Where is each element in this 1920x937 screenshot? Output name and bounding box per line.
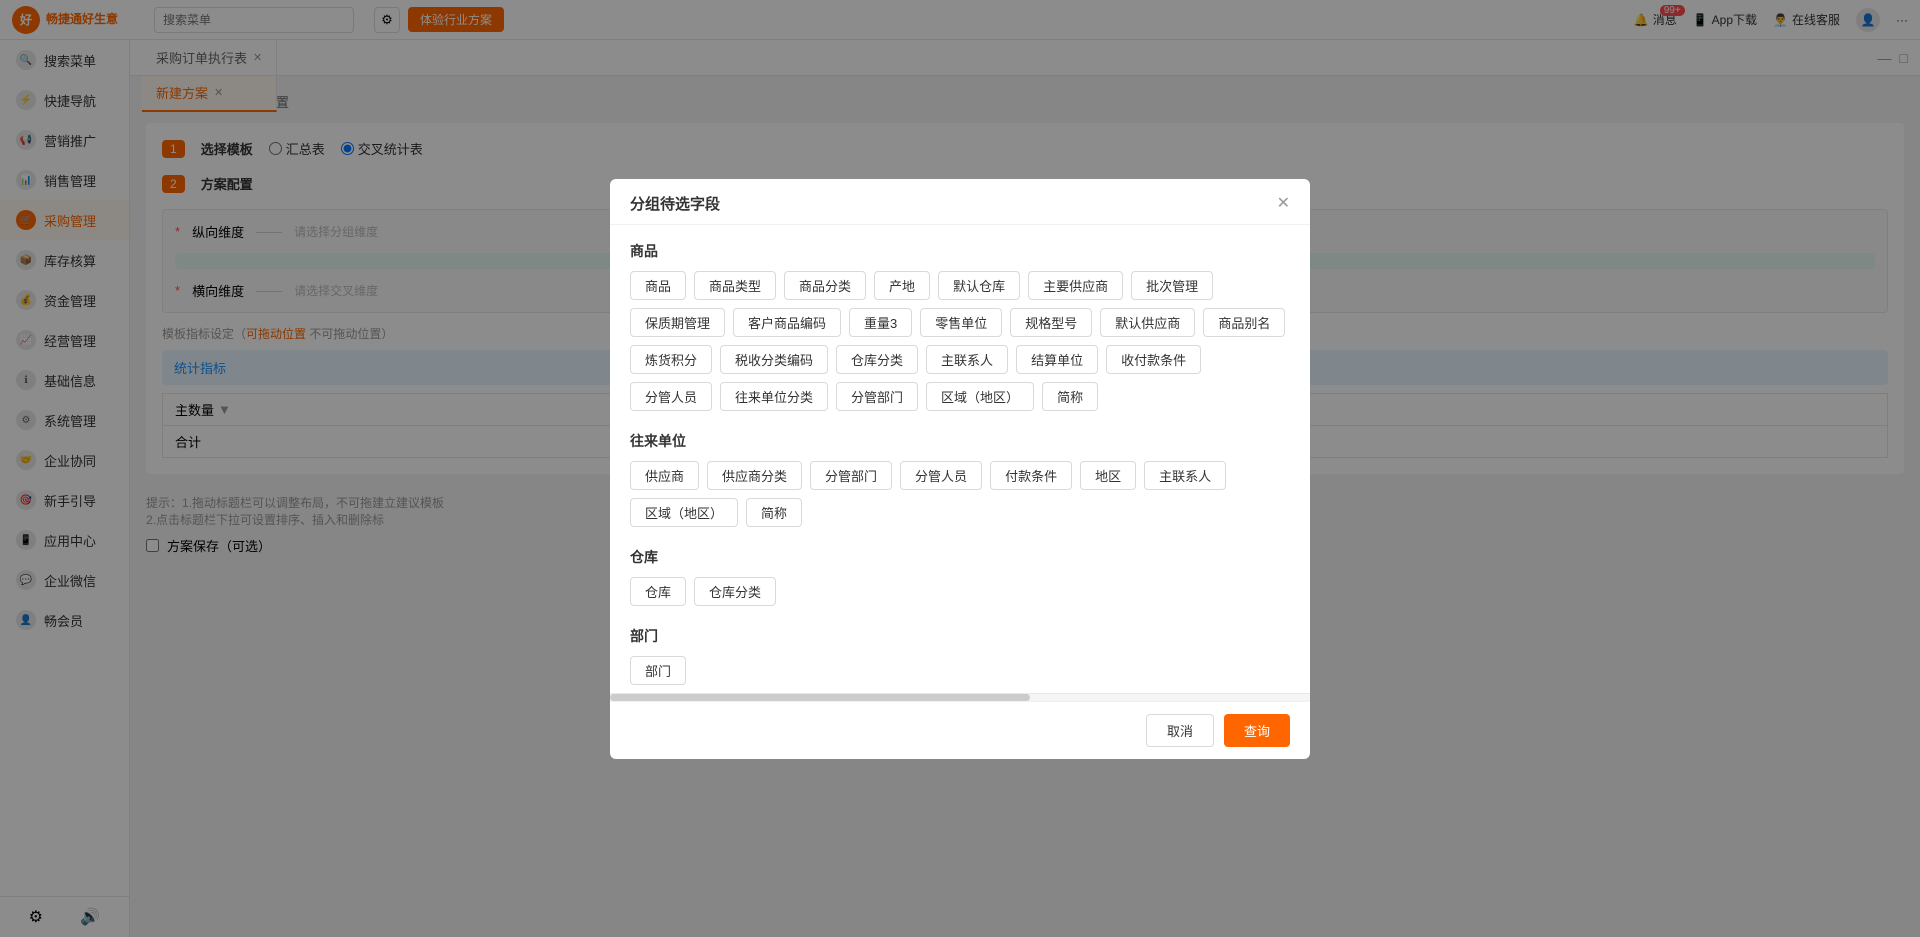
field-tag-0-22[interactable]: 分管部门	[836, 382, 918, 411]
field-tag-0-3[interactable]: 产地	[874, 271, 930, 300]
field-tag-0-12[interactable]: 默认供应商	[1100, 308, 1195, 337]
modal-overlay: 分组待选字段 ✕ 商品商品商品类型商品分类产地默认仓库主要供应商批次管理保质期管…	[0, 0, 1920, 937]
modal-title: 分组待选字段	[630, 193, 720, 214]
field-group-3: 部门部门	[630, 626, 1290, 685]
field-group-0: 商品商品商品类型商品分类产地默认仓库主要供应商批次管理保质期管理客户商品编码重量…	[630, 241, 1290, 411]
field-tag-0-15[interactable]: 税收分类编码	[720, 345, 828, 374]
field-tag-0-4[interactable]: 默认仓库	[938, 271, 1020, 300]
modal-dialog: 分组待选字段 ✕ 商品商品商品类型商品分类产地默认仓库主要供应商批次管理保质期管…	[610, 179, 1310, 759]
field-tag-0-18[interactable]: 结算单位	[1016, 345, 1098, 374]
modal-close-icon[interactable]: ✕	[1277, 193, 1290, 213]
field-tag-0-21[interactable]: 往来单位分类	[720, 382, 828, 411]
scrollbar-thumb	[610, 694, 1030, 701]
field-tag-1-2[interactable]: 分管部门	[810, 461, 892, 490]
field-tag-0-11[interactable]: 规格型号	[1010, 308, 1092, 337]
cancel-button[interactable]: 取消	[1146, 714, 1214, 747]
field-group-title-1: 往来单位	[630, 431, 1290, 451]
field-tag-1-5[interactable]: 地区	[1080, 461, 1136, 490]
field-group-1: 往来单位供应商供应商分类分管部门分管人员付款条件地区主联系人区域（地区） 简称	[630, 431, 1290, 527]
field-tag-0-7[interactable]: 保质期管理	[630, 308, 725, 337]
field-tag-1-6[interactable]: 主联系人	[1144, 461, 1226, 490]
field-tag-1-8[interactable]: 简称	[746, 498, 802, 527]
field-tag-2-1[interactable]: 仓库分类	[694, 577, 776, 606]
field-tag-2-0[interactable]: 仓库	[630, 577, 686, 606]
modal-horizontal-scrollbar[interactable]	[610, 693, 1310, 701]
field-tag-1-3[interactable]: 分管人员	[900, 461, 982, 490]
field-tag-0-5[interactable]: 主要供应商	[1028, 271, 1123, 300]
modal-body: 商品商品商品类型商品分类产地默认仓库主要供应商批次管理保质期管理客户商品编码重量…	[610, 225, 1310, 693]
field-group-title-0: 商品	[630, 241, 1290, 261]
field-tag-3-0[interactable]: 部门	[630, 656, 686, 685]
field-tag-0-17[interactable]: 主联系人	[926, 345, 1008, 374]
field-tag-0-8[interactable]: 客户商品编码	[733, 308, 841, 337]
field-tag-0-19[interactable]: 收付款条件	[1106, 345, 1201, 374]
field-tag-0-10[interactable]: 零售单位	[920, 308, 1002, 337]
field-tags-1: 供应商供应商分类分管部门分管人员付款条件地区主联系人区域（地区） 简称	[630, 461, 1290, 527]
field-tag-1-0[interactable]: 供应商	[630, 461, 699, 490]
field-tag-1-1[interactable]: 供应商分类	[707, 461, 802, 490]
field-tag-0-16[interactable]: 仓库分类	[836, 345, 918, 374]
field-group-2: 仓库仓库仓库分类	[630, 547, 1290, 606]
confirm-button[interactable]: 查询	[1224, 714, 1290, 747]
field-group-title-3: 部门	[630, 626, 1290, 646]
field-tag-0-23[interactable]: 区域（地区）	[926, 382, 1034, 411]
modal-header: 分组待选字段 ✕	[610, 179, 1310, 225]
modal-footer: 取消 查询	[610, 701, 1310, 759]
field-tag-1-4[interactable]: 付款条件	[990, 461, 1072, 490]
field-tags-3: 部门	[630, 656, 1290, 685]
field-tags-0: 商品商品类型商品分类产地默认仓库主要供应商批次管理保质期管理客户商品编码重量3 零…	[630, 271, 1290, 411]
field-tag-0-6[interactable]: 批次管理	[1131, 271, 1213, 300]
field-tag-0-9[interactable]: 重量3	[849, 308, 912, 337]
field-tag-0-0[interactable]: 商品	[630, 271, 686, 300]
field-tag-0-13[interactable]: 商品别名	[1203, 308, 1285, 337]
field-tag-0-1[interactable]: 商品类型	[694, 271, 776, 300]
field-tags-2: 仓库仓库分类	[630, 577, 1290, 606]
field-tag-0-2[interactable]: 商品分类	[784, 271, 866, 300]
field-tag-0-20[interactable]: 分管人员	[630, 382, 712, 411]
field-tag-0-14[interactable]: 炼货积分	[630, 345, 712, 374]
field-tag-1-7[interactable]: 区域（地区）	[630, 498, 738, 527]
field-tag-0-24[interactable]: 简称	[1042, 382, 1098, 411]
field-group-title-2: 仓库	[630, 547, 1290, 567]
